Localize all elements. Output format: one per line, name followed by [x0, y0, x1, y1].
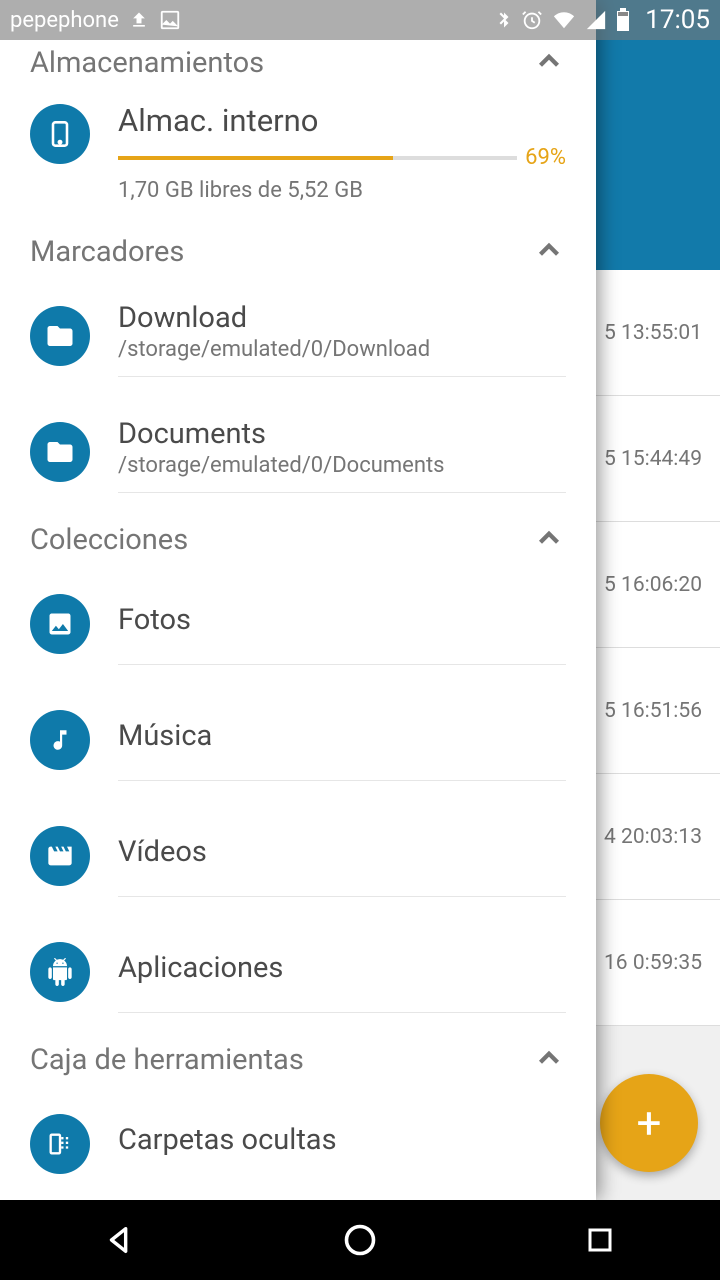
wifi-icon	[551, 9, 577, 31]
carrier-label: pepephone	[10, 8, 119, 33]
bookmark-title: Documents	[118, 417, 566, 451]
chevron-up-icon	[532, 1041, 566, 1079]
section-header-bookmarks[interactable]: Marcadores	[0, 227, 596, 277]
bluetooth-icon	[495, 9, 513, 31]
section-title: Caja de herramientas	[30, 1043, 532, 1077]
bookmark-title: Download	[118, 301, 566, 335]
status-bar: pepephone 17:05	[0, 0, 720, 40]
cell-signal-icon	[585, 9, 607, 31]
folder-icon	[30, 422, 90, 482]
nav-home-button[interactable]	[300, 1210, 420, 1270]
folder-icon	[30, 306, 90, 366]
collection-photos[interactable]: Fotos	[0, 565, 596, 681]
collection-label: Fotos	[118, 603, 566, 637]
image-icon	[159, 9, 181, 31]
photo-icon	[30, 594, 90, 654]
chevron-up-icon	[532, 521, 566, 559]
collection-videos[interactable]: Vídeos	[0, 797, 596, 913]
system-nav-bar	[0, 1200, 720, 1280]
storage-sub: 1,70 GB libres de 5,52 GB	[118, 178, 566, 203]
video-icon	[30, 826, 90, 886]
android-icon	[30, 942, 90, 1002]
section-title: Marcadores	[30, 235, 532, 269]
section-title: Colecciones	[30, 523, 532, 557]
chevron-up-icon	[532, 233, 566, 271]
alarm-icon	[521, 9, 543, 31]
storage-name: Almac. interno	[118, 102, 566, 139]
toolbox-label: Carpetas ocultas	[118, 1123, 566, 1157]
section-header-toolbox[interactable]: Caja de herramientas	[0, 1035, 596, 1085]
bookmark-documents[interactable]: Documents /storage/emulated/0/Documents	[0, 393, 596, 509]
fab-add-button[interactable]: +	[600, 1074, 698, 1172]
phone-icon	[30, 104, 90, 164]
section-header-storage[interactable]: Almacenamientos	[0, 38, 596, 88]
collection-music[interactable]: Música	[0, 681, 596, 797]
bookmark-path: /storage/emulated/0/Download	[118, 337, 566, 362]
upload-icon	[129, 10, 149, 30]
section-title: Almacenamientos	[30, 46, 532, 80]
storage-percent: 69%	[525, 145, 566, 170]
navigation-drawer[interactable]: Almacenamientos Almac. interno 69% 1,70 …	[0, 0, 596, 1200]
nav-back-button[interactable]	[60, 1210, 180, 1270]
bookmark-download[interactable]: Download /storage/emulated/0/Download	[0, 277, 596, 393]
collection-label: Vídeos	[118, 835, 566, 869]
nav-recent-button[interactable]	[540, 1210, 660, 1270]
toolbox-hidden-folders[interactable]: Carpetas ocultas	[0, 1085, 596, 1200]
bookmark-path: /storage/emulated/0/Documents	[118, 453, 566, 478]
battery-icon	[615, 8, 631, 32]
collection-label: Música	[118, 719, 566, 753]
storage-progress: 69%	[118, 145, 566, 170]
chevron-up-icon	[532, 44, 566, 82]
collection-apps[interactable]: Aplicaciones	[0, 913, 596, 1029]
collection-label: Aplicaciones	[118, 951, 566, 985]
section-header-collections[interactable]: Colecciones	[0, 515, 596, 565]
storage-internal-item[interactable]: Almac. interno 69% 1,70 GB libres de 5,5…	[0, 88, 596, 213]
hidden-folder-icon	[30, 1114, 90, 1174]
clock-label: 17:05	[645, 5, 710, 35]
plus-icon: +	[637, 1097, 662, 1149]
music-icon	[30, 710, 90, 770]
